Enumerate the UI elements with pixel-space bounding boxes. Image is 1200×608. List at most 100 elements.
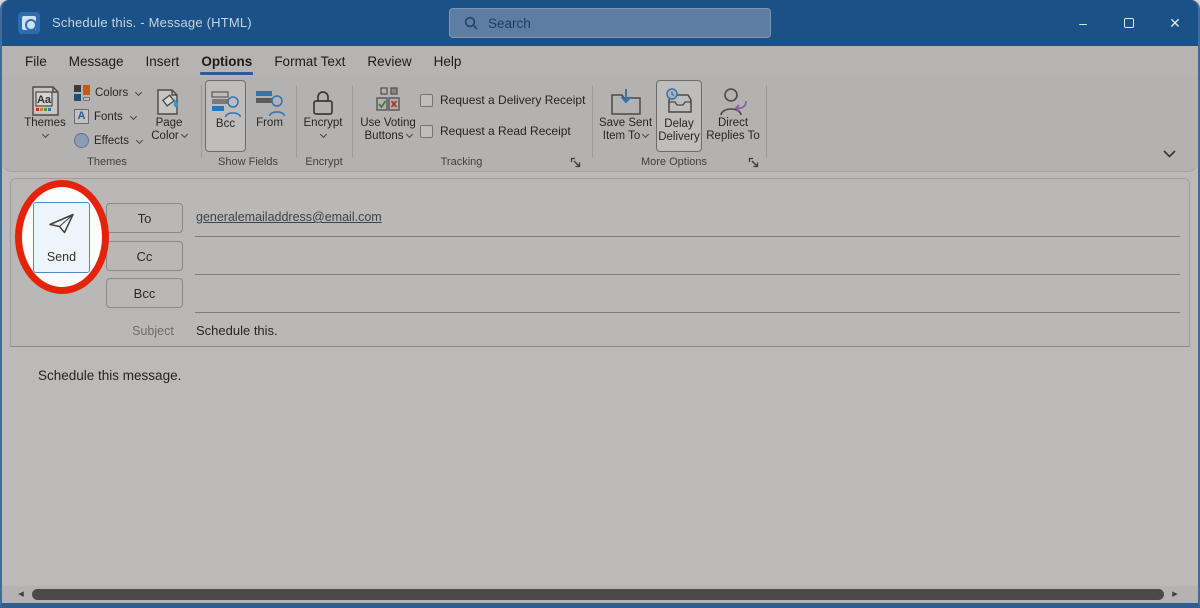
maximize-icon [1124,18,1134,28]
outlook-message-window: Schedule this. - Message (HTML) Search –… [0,0,1200,608]
message-body-text[interactable]: Schedule this message. [38,368,181,383]
tab-review[interactable]: Review [356,46,422,77]
scroll-right-arrow-icon[interactable]: ▸ [1168,586,1182,603]
save-sent-folder-icon [610,83,642,117]
window-controls: – ✕ [1060,0,1198,46]
subject-field-value[interactable]: Schedule this. [196,323,278,338]
save-sent-label-2: Item To [603,130,649,143]
delivery-receipt-checkbox[interactable] [420,94,433,107]
delay-delivery-icon [663,84,695,118]
outlook-app-icon [18,12,40,34]
fonts-icon: A [74,109,89,124]
delay-delivery-label-1: Delay [664,118,693,131]
delivery-receipt-label: Request a Delivery Receipt [440,93,585,107]
from-toggle-label: From [256,117,283,130]
horizontal-scrollbar[interactable]: ◂ ▸ [2,586,1198,603]
scroll-left-arrow-icon[interactable]: ◂ [14,586,28,603]
delivery-receipt-row: Request a Delivery Receipt [420,93,585,107]
search-placeholder: Search [488,16,531,31]
svg-text:Aa: Aa [37,94,52,106]
minimize-icon: – [1079,15,1087,31]
use-voting-buttons-button[interactable]: Use Voting Buttons [358,80,418,152]
effects-icon [74,133,89,148]
encrypt-group-label: Encrypt [296,156,352,168]
delay-delivery-button[interactable]: Delay Delivery [656,80,702,152]
send-button[interactable]: Send [33,202,90,273]
bcc-toggle-button[interactable]: Bcc [205,80,246,152]
save-sent-label-1: Save Sent [599,117,652,130]
fonts-label: Fonts [94,111,123,123]
page-color-icon [154,83,184,117]
bcc-fields-icon [211,84,241,118]
cc-field-underline[interactable] [195,274,1180,275]
voting-buttons-icon [373,83,403,117]
send-paper-plane-icon [48,212,75,235]
chevron-down-icon [405,131,412,138]
group-separator [352,85,353,157]
group-separator [201,85,202,157]
bcc-toggle-label: Bcc [216,118,235,131]
search-icon [464,16,478,30]
send-button-label: Send [47,250,76,264]
tab-insert[interactable]: Insert [135,46,191,77]
chevron-down-icon [130,113,137,120]
encrypt-label: Encrypt [304,117,343,130]
message-header-panel: Send To Cc Bcc generalemailaddress@email… [10,178,1190,347]
themes-group-label: Themes [16,156,198,168]
read-receipt-row: Request a Read Receipt [420,124,571,138]
chevron-down-icon [181,131,188,138]
direct-replies-icon [718,83,748,117]
chevron-down-icon [642,131,649,138]
group-separator [296,85,297,157]
themes-button[interactable]: Aa Themes [18,80,72,152]
tab-message[interactable]: Message [58,46,135,77]
ribbon: Aa Themes Colors A Fonts Effects Page [2,77,1198,172]
page-color-button[interactable]: Page Color [140,80,198,152]
page-color-label-2: Color [151,130,186,143]
search-input[interactable]: Search [449,8,771,38]
page-color-label-1: Page [156,117,183,130]
colors-icon [74,85,90,101]
bcc-button[interactable]: Bcc [106,278,183,308]
from-toggle-button[interactable]: From [249,80,290,152]
tab-options[interactable]: Options [190,46,263,77]
minimize-button[interactable]: – [1060,0,1106,46]
to-field-underline[interactable] [195,236,1180,237]
scrollbar-thumb[interactable] [32,589,1164,600]
tracking-dialog-launcher[interactable] [570,155,581,166]
read-receipt-checkbox[interactable] [420,125,433,138]
encrypt-button[interactable]: Encrypt [299,80,347,152]
colors-label: Colors [95,87,128,99]
chevron-down-icon [319,131,326,138]
window-title: Schedule this. - Message (HTML) [52,0,252,46]
tab-file[interactable]: File [14,46,58,77]
themes-button-label: Themes [24,117,66,130]
themes-icon: Aa [29,83,61,117]
tab-help[interactable]: Help [423,46,473,77]
voting-label-1: Use Voting [360,117,416,130]
tab-format-text[interactable]: Format Text [263,46,356,77]
read-receipt-label: Request a Read Receipt [440,124,571,138]
to-recipient-value[interactable]: generalemailaddress@email.com [196,210,382,224]
save-sent-item-to-button[interactable]: Save Sent Item To [597,80,654,152]
titlebar: Schedule this. - Message (HTML) Search –… [2,0,1198,46]
close-button[interactable]: ✕ [1152,0,1198,46]
from-fields-icon [255,83,285,117]
show-fields-group-label: Show Fields [202,156,294,168]
collapse-ribbon-button[interactable] [1163,145,1176,163]
voting-label-2: Buttons [365,130,412,143]
lock-icon [311,83,335,117]
bcc-field-underline[interactable] [195,312,1180,313]
to-button[interactable]: To [106,203,183,233]
direct-replies-to-button[interactable]: Direct Replies To [704,80,762,152]
tracking-group-label: Tracking [354,156,569,168]
ribbon-tab-bar: File Message Insert Options Format Text … [2,46,1198,77]
effects-label: Effects [94,135,129,147]
close-icon: ✕ [1169,15,1181,32]
cc-button[interactable]: Cc [106,241,183,271]
more-options-dialog-launcher[interactable] [748,155,759,166]
group-separator [592,85,593,157]
direct-replies-label-1: Direct [718,117,748,130]
direct-replies-label-2: Replies To [706,130,760,143]
maximize-button[interactable] [1106,0,1152,46]
